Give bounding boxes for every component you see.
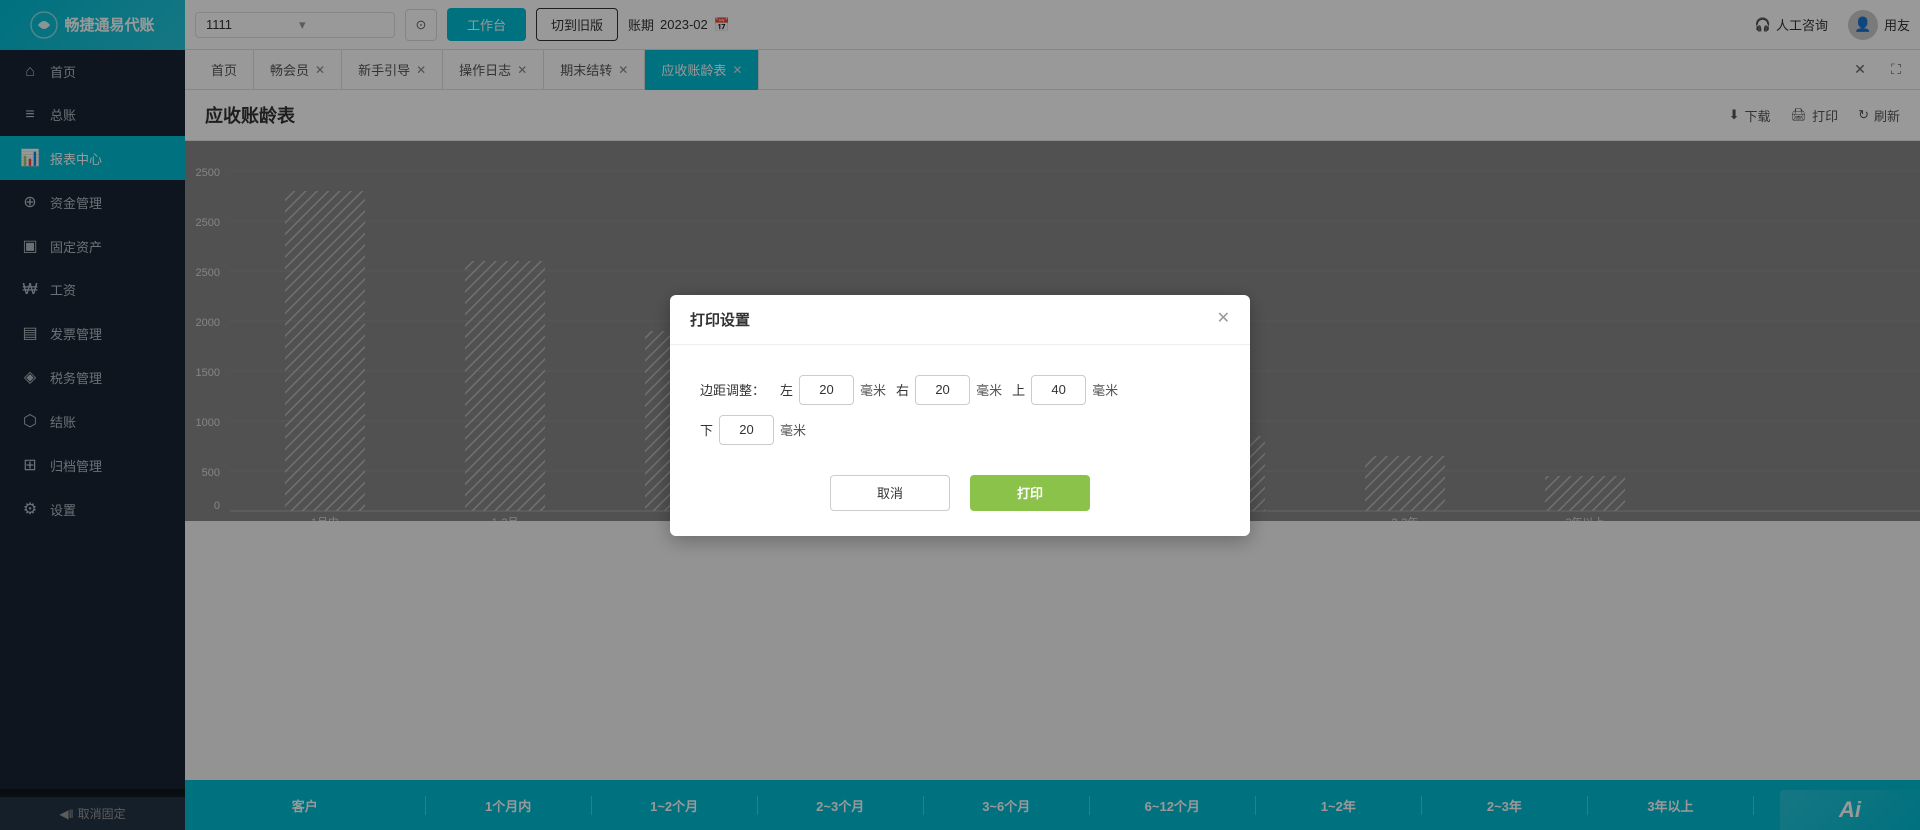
top-margin-input[interactable] <box>1031 375 1086 405</box>
left-label: 左 <box>780 380 793 399</box>
print-settings-modal: 打印设置 ✕ 边距调整： 左 毫米 右 毫米 上 毫米 <box>670 295 1250 536</box>
left-unit: 毫米 <box>860 380 886 399</box>
modal-header: 打印设置 ✕ <box>670 295 1250 345</box>
modal-body: 边距调整： 左 毫米 右 毫米 上 毫米 下 <box>670 345 1250 465</box>
modal-title: 打印设置 <box>690 309 750 330</box>
modal-footer: 取消 打印 <box>670 465 1250 536</box>
right-margin-input[interactable] <box>915 375 970 405</box>
right-label: 右 <box>896 380 909 399</box>
top-margin-group: 上 毫米 <box>1012 375 1118 405</box>
left-margin-group: 左 毫米 <box>780 375 886 405</box>
print-confirm-button[interactable]: 打印 <box>970 475 1090 511</box>
bottom-margin-input[interactable] <box>719 415 774 445</box>
cancel-button[interactable]: 取消 <box>830 475 950 511</box>
margin-label: 边距调整： <box>700 380 765 399</box>
bottom-margin-group: 下 毫米 <box>700 415 806 445</box>
right-margin-group: 右 毫米 <box>896 375 1002 405</box>
bottom-label: 下 <box>700 420 713 439</box>
margin-row: 边距调整： 左 毫米 右 毫米 上 毫米 下 <box>700 375 1220 445</box>
top-unit: 毫米 <box>1092 380 1118 399</box>
left-margin-input[interactable] <box>799 375 854 405</box>
bottom-unit: 毫米 <box>780 420 806 439</box>
top-label: 上 <box>1012 380 1025 399</box>
modal-close-button[interactable]: ✕ <box>1217 311 1230 327</box>
modal-overlay: 打印设置 ✕ 边距调整： 左 毫米 右 毫米 上 毫米 <box>0 0 1920 830</box>
right-unit: 毫米 <box>976 380 1002 399</box>
